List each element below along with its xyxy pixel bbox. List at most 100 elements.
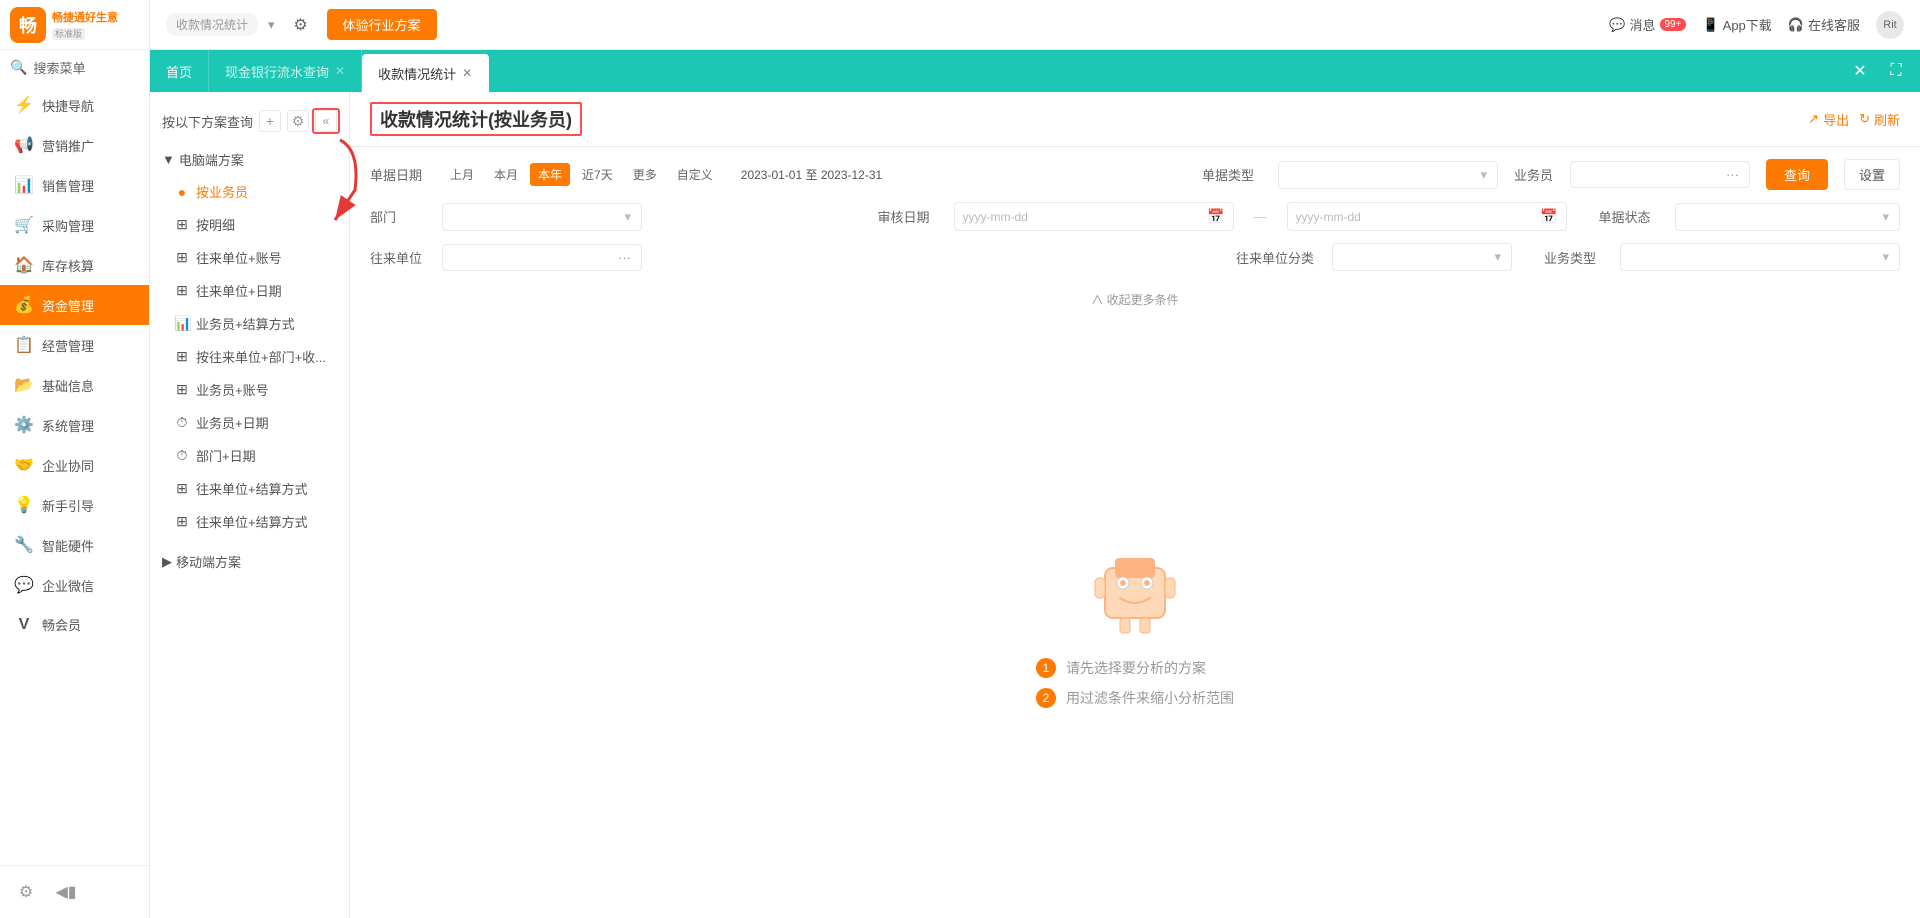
- tab-collection-stats[interactable]: 收款情况统计 ✕: [362, 54, 489, 92]
- tab-close-all-btn[interactable]: ✕: [1846, 57, 1874, 85]
- step-num-2: 2: [1036, 688, 1056, 708]
- messages-btn[interactable]: 💬 消息 99+: [1609, 15, 1686, 34]
- review-date-start-input[interactable]: yyyy-mm-dd 📅: [954, 202, 1234, 231]
- tab-maximize-btn[interactable]: ⛶: [1882, 57, 1910, 85]
- date-tab-more[interactable]: 更多: [625, 163, 665, 186]
- scheme-group-mobile-header[interactable]: ▶ 移动端方案: [150, 546, 349, 577]
- scheme-item-partner-account[interactable]: ⊞ 往来单位+账号: [150, 241, 349, 274]
- sidebar-item-purchase[interactable]: 🛒 采购管理: [0, 205, 149, 245]
- sidebar-collapse-btn[interactable]: ◀▮: [50, 876, 82, 908]
- query-btn[interactable]: 查询: [1766, 159, 1828, 190]
- date-tab-7days[interactable]: 近7天: [574, 163, 621, 186]
- biz-type-arrow-icon: ▾: [1882, 249, 1889, 265]
- partner-category-select[interactable]: ▾: [1332, 243, 1512, 271]
- sidebar-item-sales[interactable]: 📊 销售管理: [0, 165, 149, 205]
- tab-bank-flow-close[interactable]: ✕: [335, 64, 345, 78]
- sidebar-item-marketing[interactable]: 📢 营销推广: [0, 125, 149, 165]
- review-date-end-input[interactable]: yyyy-mm-dd 📅: [1287, 202, 1567, 231]
- tab-bank-flow[interactable]: 现金银行流水查询 ✕: [209, 50, 362, 92]
- date-end-calendar-icon[interactable]: 📅: [1540, 208, 1557, 225]
- export-btn[interactable]: ↗ 导出: [1808, 110, 1849, 129]
- date-tab-custom[interactable]: 自定义: [669, 163, 721, 186]
- sidebar-item-enterprise[interactable]: 🤝 企业协同: [0, 445, 149, 485]
- scheme-item-partner-dept[interactable]: ⊞ 按往来单位+部门+收...: [150, 340, 349, 373]
- scheme-item-salesperson-date[interactable]: ⏱ 业务员+日期: [150, 406, 349, 439]
- message-icon: 💬: [1609, 17, 1625, 33]
- header-settings-btn[interactable]: ⚙: [285, 9, 317, 41]
- refresh-btn[interactable]: ↻ 刷新: [1859, 110, 1900, 129]
- page-title: 收款情况统计(按业务员): [370, 102, 582, 136]
- sidebar-item-member[interactable]: V 畅会员: [0, 605, 149, 644]
- scheme-item-dept-date[interactable]: ⏱ 部门+日期: [150, 439, 349, 472]
- scheme-item-partner-date[interactable]: ⊞ 往来单位+日期: [150, 274, 349, 307]
- sidebar-item-basic[interactable]: 📂 基础信息: [0, 365, 149, 405]
- filter-row-date: 单据日期 上月 本月 本年 近7天 更多 自定义 2023-01-01 至 20…: [370, 159, 1900, 190]
- dept-select[interactable]: ▾: [442, 203, 642, 231]
- sidebar-item-wechat[interactable]: 💬 企业微信: [0, 565, 149, 605]
- date-start-calendar-icon[interactable]: 📅: [1207, 208, 1224, 225]
- sidebar-settings-btn[interactable]: ⚙: [10, 876, 42, 908]
- scheme-item-detail[interactable]: ⊞ 按明细: [150, 208, 349, 241]
- content-panel: 收款情况统计(按业务员) ↗ 导出 ↻ 刷新: [350, 92, 1920, 918]
- date-tab-this-year[interactable]: 本年: [530, 163, 570, 186]
- panel-settings-btn[interactable]: ⚙: [287, 110, 309, 132]
- date-tab-last-month[interactable]: 上月: [442, 163, 482, 186]
- finance-icon: 💰: [14, 295, 34, 315]
- collapse-more-btn[interactable]: ∧ 收起更多条件: [370, 283, 1900, 316]
- data-area: 1 请先选择要分析的方案 2 用过滤条件来缩小分析范围: [350, 328, 1920, 918]
- partner-select[interactable]: ···: [442, 244, 642, 271]
- settings-filter-btn[interactable]: 设置: [1844, 159, 1900, 190]
- review-date-label: 审核日期: [878, 207, 938, 226]
- online-service-btn[interactable]: 🎧 在线客服: [1788, 15, 1860, 34]
- partner-more-icon[interactable]: ···: [618, 250, 631, 265]
- panel-add-btn[interactable]: +: [259, 110, 281, 132]
- sales-icon: 📊: [14, 175, 34, 195]
- salesperson-more-icon[interactable]: ···: [1726, 167, 1739, 182]
- panel-collapse-btn[interactable]: «: [315, 110, 337, 132]
- sidebar-item-hardware[interactable]: 🔧 智能硬件: [0, 525, 149, 565]
- doc-type-select[interactable]: ▾: [1278, 161, 1498, 189]
- step-num-1: 1: [1036, 658, 1056, 678]
- date-tab-this-month[interactable]: 本月: [486, 163, 526, 186]
- doc-status-select[interactable]: ▾: [1675, 203, 1901, 231]
- header-left: 收款情况统计 ▾ ⚙ 体验行业方案: [166, 9, 437, 41]
- top-header: 收款情况统计 ▾ ⚙ 体验行业方案 💬 消息 99+ 📱 App下载 🎧 在线客…: [150, 0, 1920, 50]
- inventory-icon: 🏠: [14, 255, 34, 275]
- grid-icon-3: ⊞: [174, 282, 190, 299]
- scheme-item-salesperson-account[interactable]: ⊞ 业务员+账号: [150, 373, 349, 406]
- scheme-item-salesperson-settlement[interactable]: 📊 业务员+结算方式: [150, 307, 349, 340]
- trial-btn[interactable]: 体验行业方案: [327, 9, 437, 40]
- user-avatar[interactable]: Rit: [1876, 11, 1904, 39]
- scheme-item-partner-settlement-1[interactable]: ⊞ 往来单位+结算方式: [150, 472, 349, 505]
- date-separator: —: [1254, 209, 1267, 224]
- basic-icon: 📂: [14, 375, 34, 395]
- dept-arrow-icon: ▾: [624, 209, 631, 225]
- tab-bar: 首页 现金银行流水查询 ✕ 收款情况统计 ✕ ✕ ⛶: [150, 50, 1920, 92]
- chevron-down-icon: ▼: [162, 152, 175, 167]
- sidebar-item-system[interactable]: ⚙️ 系统管理: [0, 405, 149, 445]
- breadcrumb-dropdown-icon[interactable]: ▾: [268, 17, 275, 33]
- empty-step-2: 2 用过滤条件来缩小分析范围: [1036, 688, 1234, 708]
- sidebar-item-quick-nav[interactable]: ⚡ 快捷导航: [0, 85, 149, 125]
- guide-icon: 💡: [14, 495, 34, 515]
- scheme-group-desktop-header[interactable]: ▼ 电脑端方案: [150, 144, 349, 175]
- salesperson-select[interactable]: ···: [1570, 161, 1750, 188]
- scheme-item-by-salesperson[interactable]: ● 按业务员: [150, 175, 349, 208]
- sidebar-search[interactable]: 🔍 搜索菜单: [0, 50, 149, 85]
- grid-icon-7: ⊞: [174, 513, 190, 530]
- clock-icon-2: ⏱: [174, 447, 190, 464]
- sidebar-item-finance[interactable]: 💰 资金管理: [0, 285, 149, 325]
- tab-collection-stats-close[interactable]: ✕: [462, 66, 472, 80]
- scheme-item-partner-settlement-2[interactable]: ⊞ 往来单位+结算方式: [150, 505, 349, 538]
- left-panel: 按以下方案查询 + ⚙ « ▼ 电脑端方案 ● 按业务员: [150, 92, 350, 918]
- download-icon: 📱: [1702, 17, 1718, 33]
- sidebar-item-guide[interactable]: 💡 新手引导: [0, 485, 149, 525]
- sidebar-item-inventory[interactable]: 🏠 库存核算: [0, 245, 149, 285]
- app-download-btn[interactable]: 📱 App下载: [1702, 15, 1771, 34]
- sidebar-item-operation[interactable]: 📋 经营管理: [0, 325, 149, 365]
- empty-steps: 1 请先选择要分析的方案 2 用过滤条件来缩小分析范围: [1036, 658, 1234, 708]
- partner-category-arrow-icon: ▾: [1494, 249, 1501, 265]
- wechat-icon: 💬: [14, 575, 34, 595]
- biz-type-select[interactable]: ▾: [1620, 243, 1900, 271]
- tab-home[interactable]: 首页: [150, 50, 209, 92]
